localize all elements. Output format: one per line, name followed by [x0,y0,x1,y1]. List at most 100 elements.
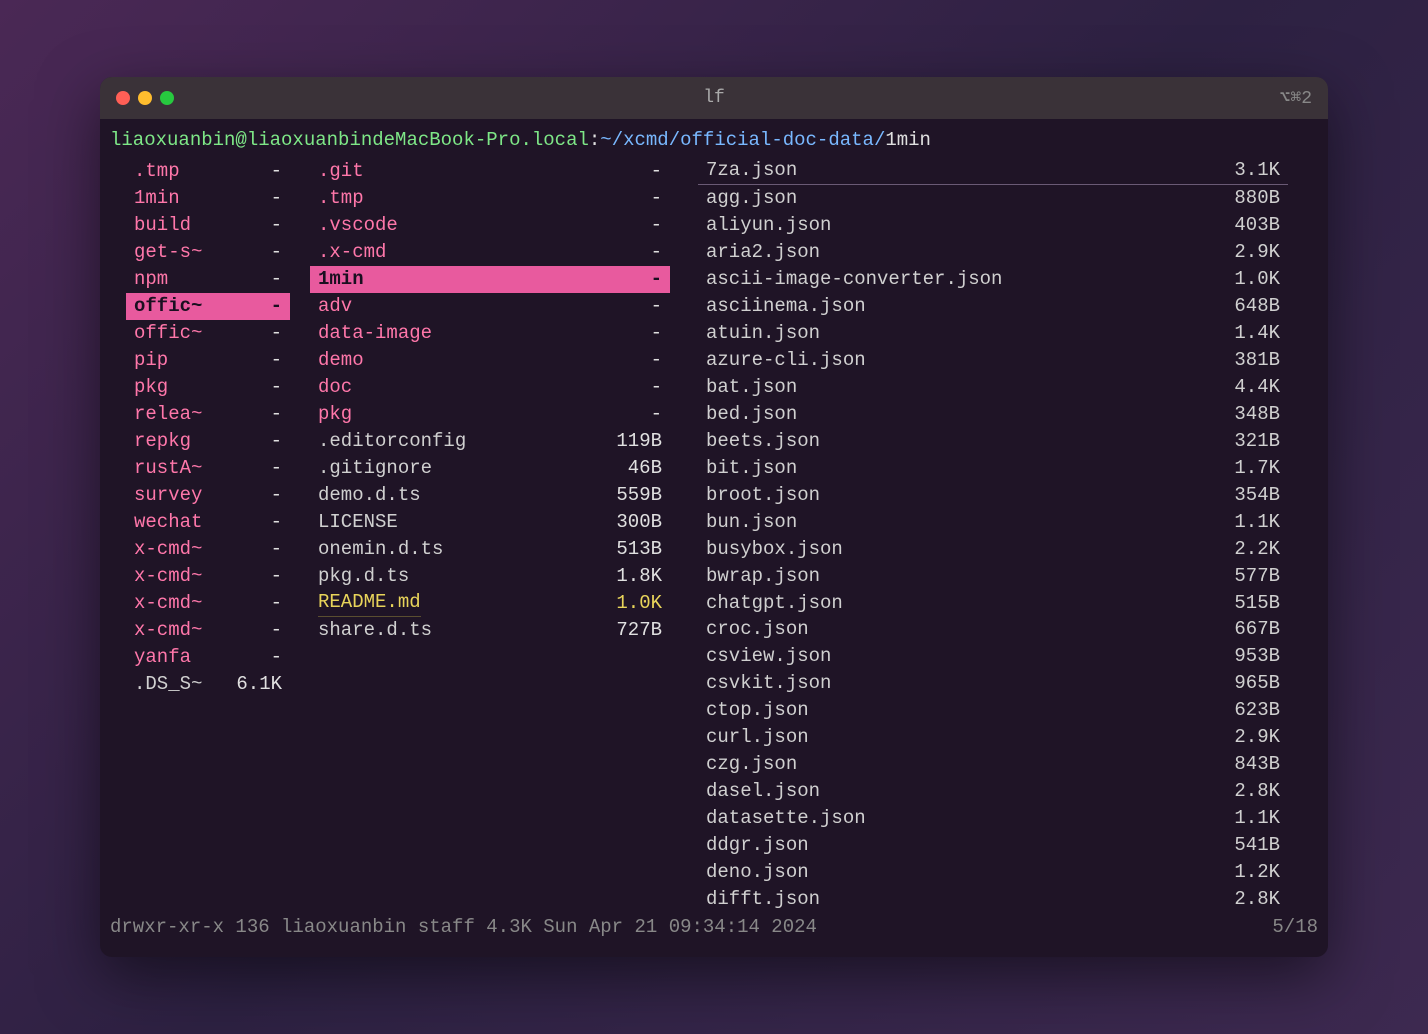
list-item[interactable]: x-cmd~- [126,563,290,590]
list-item[interactable]: pkg.d.ts1.8K [310,563,670,590]
list-item[interactable]: ctop.json623B [698,697,1288,724]
list-item[interactable]: repkg- [126,428,290,455]
item-name: 1min [318,266,364,293]
list-item[interactable]: bit.json 1.7K [698,455,1288,482]
item-size: - [612,401,662,428]
item-size: 965B [1230,670,1280,697]
item-name: bit.json [706,455,797,482]
list-item[interactable]: asciinema.json648B [698,293,1288,320]
titlebar: lf ⌥⌘2 [100,77,1328,119]
list-item[interactable]: ascii-image-converter.json1.0K [698,266,1288,293]
list-item[interactable]: x-cmd~- [126,590,290,617]
list-item[interactable]: x-cmd~- [126,536,290,563]
list-item[interactable]: azure-cli.json381B [698,347,1288,374]
item-size: - [232,239,282,266]
list-item[interactable]: npm- [126,266,290,293]
list-item[interactable]: czg.json843B [698,751,1288,778]
list-item[interactable]: difft.json2.8K [698,886,1288,910]
item-size: 321B [1230,428,1280,455]
list-item[interactable]: bun.json1.1K [698,509,1288,536]
item-name: aria2.json [706,239,820,266]
list-item[interactable]: croc.json667B [698,616,1288,643]
list-item[interactable]: survey- [126,482,290,509]
list-item[interactable]: broot.json354B [698,482,1288,509]
item-size: 300B [612,509,662,536]
list-item[interactable]: pip- [126,347,290,374]
list-item[interactable]: README.md1.0K [310,590,670,617]
item-size: 46B [612,455,662,482]
list-item[interactable]: aliyun.json403B [698,212,1288,239]
list-item[interactable]: 1min- [310,266,670,293]
list-item[interactable]: beets.json321B [698,428,1288,455]
list-item[interactable]: .editorconfig119B [310,428,670,455]
preview-column[interactable]: 7za.json3.1Kagg.json880Baliyun.json403Ba… [670,158,1318,910]
list-item[interactable]: 1min- [126,185,290,212]
list-item[interactable]: aria2.json2.9K [698,239,1288,266]
list-item[interactable]: build- [126,212,290,239]
item-name: ascii-image-converter.json [706,266,1002,293]
list-item[interactable]: offic~- [126,320,290,347]
traffic-lights [116,91,174,105]
prompt-line: liaoxuanbin@liaoxuanbindeMacBook-Pro.loc… [100,127,1328,158]
list-item[interactable]: datasette.json1.1K [698,805,1288,832]
list-item[interactable]: demo- [310,347,670,374]
item-size: 1.7K [1230,455,1280,482]
item-size: - [232,347,282,374]
list-item[interactable]: dasel.json2.8K [698,778,1288,805]
list-item[interactable]: bat.json4.4K [698,374,1288,401]
list-item[interactable]: .tmp- [126,158,290,185]
user-host: liaoxuanbin@liaoxuanbindeMacBook-Pro.loc… [110,129,589,151]
terminal-content[interactable]: liaoxuanbin@liaoxuanbindeMacBook-Pro.loc… [100,119,1328,957]
list-item[interactable]: .tmp- [310,185,670,212]
list-item[interactable]: csview.json953B [698,643,1288,670]
item-size: 541B [1230,832,1280,859]
close-button[interactable] [116,91,130,105]
list-item[interactable]: .x-cmd- [310,239,670,266]
list-item[interactable]: pkg- [126,374,290,401]
item-name: .DS_S~ [134,671,202,698]
list-item[interactable]: get-s~- [126,239,290,266]
list-item[interactable]: share.d.ts727B [310,617,670,644]
list-item[interactable]: offic~- [126,293,290,320]
list-item[interactable]: agg.json880B [698,185,1288,212]
list-item[interactable]: bwrap.json577B [698,563,1288,590]
list-item[interactable]: relea~- [126,401,290,428]
list-item[interactable]: curl.json2.9K [698,724,1288,751]
list-item[interactable]: busybox.json2.2K [698,536,1288,563]
list-item[interactable]: rustA~- [126,455,290,482]
item-name: build [134,212,191,239]
list-item[interactable]: deno.json1.2K [698,859,1288,886]
list-item[interactable]: .git- [310,158,670,185]
list-item[interactable]: wechat- [126,509,290,536]
list-item[interactable]: doc- [310,374,670,401]
list-item[interactable]: data-image- [310,320,670,347]
list-item[interactable]: LICENSE300B [310,509,670,536]
item-name: offic~ [134,293,202,320]
list-item[interactable]: ddgr.json541B [698,832,1288,859]
list-item[interactable]: adv- [310,293,670,320]
current-column[interactable]: .git-.tmp-.vscode-.x-cmd-1min-adv-data-i… [290,158,670,910]
list-item[interactable]: .gitignore46B [310,455,670,482]
list-item[interactable]: .DS_S~6.1K [126,671,290,698]
list-item[interactable]: .vscode- [310,212,670,239]
item-name: dasel.json [706,778,820,805]
maximize-button[interactable] [160,91,174,105]
list-item[interactable]: onemin.d.ts513B [310,536,670,563]
item-name: azure-cli.json [706,347,866,374]
list-item[interactable]: demo.d.ts559B [310,482,670,509]
item-name: bat.json [706,374,797,401]
list-item[interactable]: chatgpt.json515B [698,590,1288,617]
item-name: difft.json [706,886,820,910]
list-item[interactable]: 7za.json3.1K [698,158,1288,185]
list-item[interactable]: x-cmd~- [126,617,290,644]
list-item[interactable]: atuin.json1.4K [698,320,1288,347]
minimize-button[interactable] [138,91,152,105]
item-name: relea~ [134,401,202,428]
list-item[interactable]: csvkit.json965B [698,670,1288,697]
parent-column[interactable]: .tmp-1min-build-get-s~-npm-offic~-offic~… [110,158,290,910]
item-name: yanfa [134,644,191,671]
item-name: x-cmd~ [134,617,202,644]
list-item[interactable]: pkg- [310,401,670,428]
list-item[interactable]: yanfa- [126,644,290,671]
list-item[interactable]: bed.json348B [698,401,1288,428]
